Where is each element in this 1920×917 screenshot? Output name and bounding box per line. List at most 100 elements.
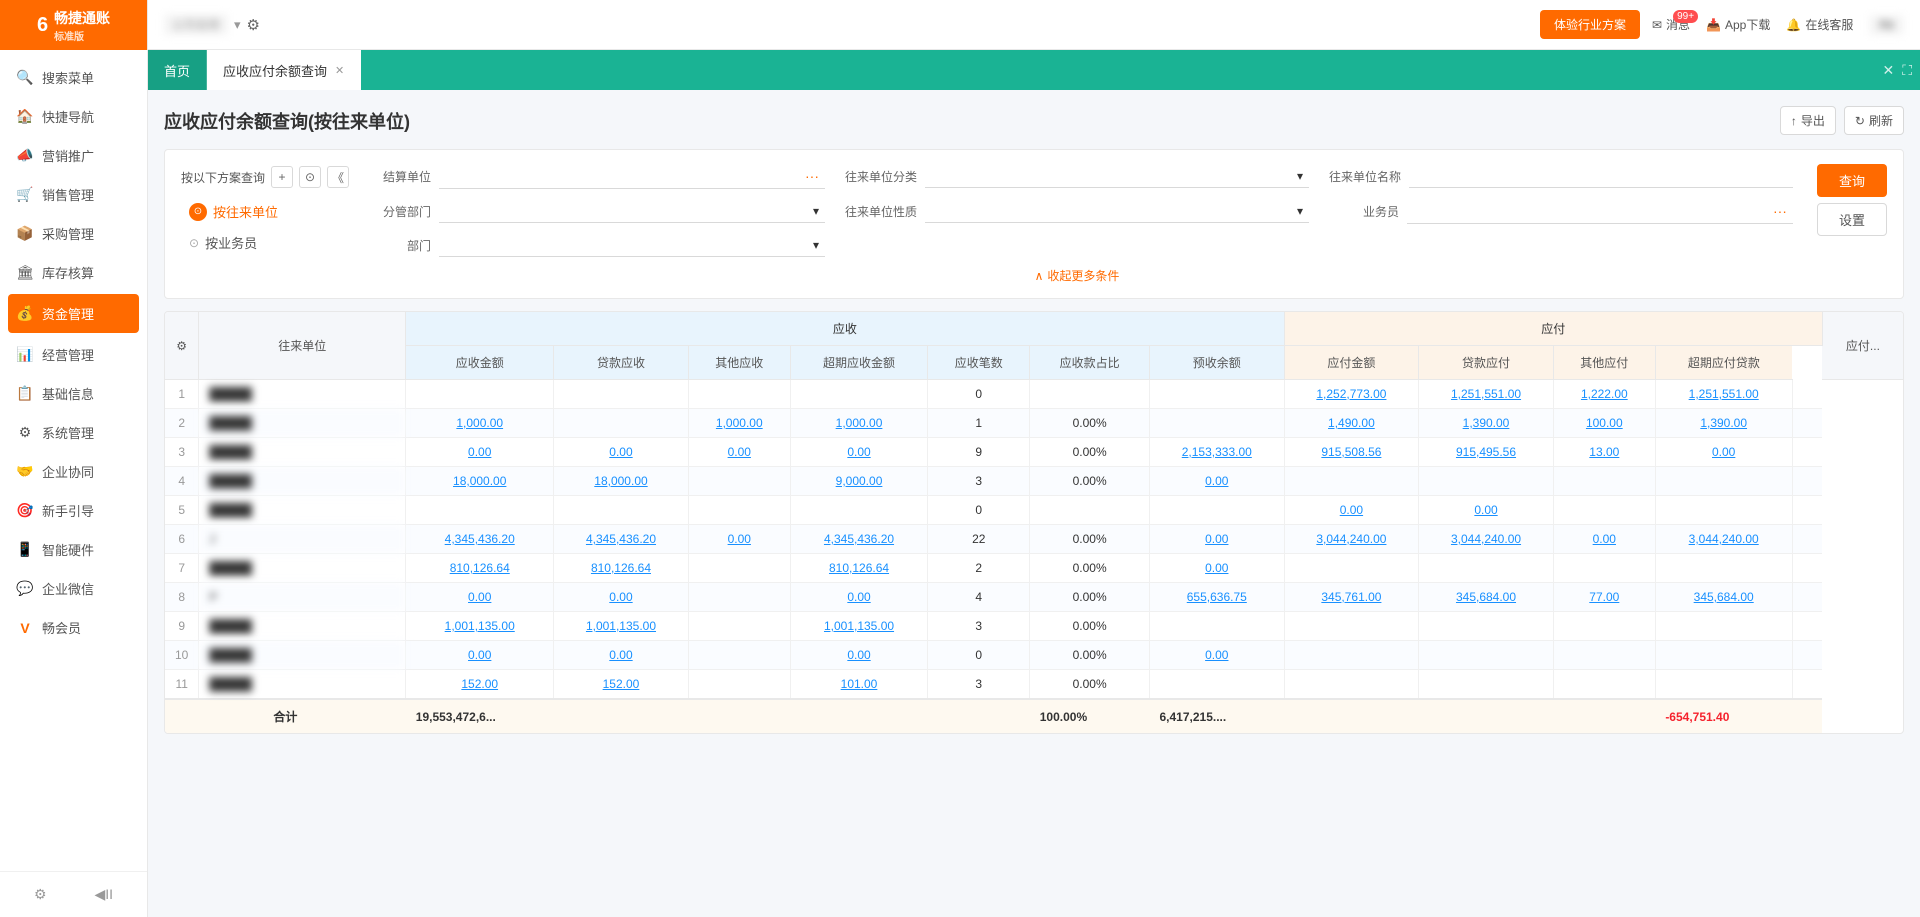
user-name[interactable]: Rit (1869, 15, 1904, 35)
page-actions: ↑ 导出 ↻ 刷新 (1780, 106, 1904, 135)
logo-icon: 6 (37, 14, 48, 37)
sidebar-item-enterprise-wx[interactable]: 💬 企业微信 (0, 569, 147, 608)
dept-label: 分管部门 (361, 203, 431, 220)
th-ar-other: 其他应收 (688, 346, 790, 380)
sidebar-item-system[interactable]: ⚙ 系统管理 (0, 413, 147, 452)
trial-btn[interactable]: 体验行业方案 (1540, 10, 1640, 39)
table-row: 5█████00.000.00 (165, 496, 1903, 525)
sidebar-item-inventory[interactable]: 🏛 库存核算 (0, 253, 147, 292)
scheme-icon-staff: ⊙ (189, 236, 199, 250)
tab-close-icon[interactable]: ✕ (335, 64, 344, 77)
page-container: 应收应付余额查询(按往来单位) ↑ 导出 ↻ 刷新 按以下方案查询 (148, 90, 1920, 750)
sidebar-item-quick-nav[interactable]: 🏠 快捷导航 (0, 97, 147, 136)
app-download-label: App下载 (1725, 16, 1770, 33)
company-dropdown-icon[interactable]: ▾ (234, 17, 241, 33)
company-name[interactable]: 公司名称 (164, 14, 228, 35)
filter-scheme-by-staff[interactable]: ⊙ 按业务员 (181, 229, 349, 256)
export-btn[interactable]: ↑ 导出 (1780, 106, 1836, 135)
refresh-label: 刷新 (1869, 112, 1893, 129)
app-edition: 标准版 (54, 28, 110, 43)
sidebar-item-basic-info[interactable]: 📋 基础信息 (0, 374, 147, 413)
th-settings[interactable]: ⚙ (165, 312, 199, 380)
app-download-btn[interactable]: 📥 App下载 (1706, 16, 1770, 33)
marketing-icon: 📣 (16, 147, 34, 164)
query-btn[interactable]: 查询 (1817, 164, 1887, 197)
page-title: 应收应付余额查询(按往来单位) (164, 108, 410, 134)
th-ap-overdue: 超期应付贷款 (1655, 346, 1792, 380)
table-settings-icon[interactable]: ⚙ (176, 339, 187, 353)
partner-nature-select[interactable]: ▾ (925, 200, 1309, 223)
th-ar-prepay: 预收余额 (1149, 346, 1284, 380)
sidebar-item-purchase[interactable]: 📦 采购管理 (0, 214, 147, 253)
footer-ar-prepay: 6,417,215.... (1149, 699, 1284, 733)
collapse-icon: ∧ (1035, 269, 1044, 283)
tab-ar-ap-query[interactable]: 应收应付余额查询 ✕ (207, 50, 361, 90)
sidebar-item-newbie[interactable]: 🎯 新手引导 (0, 491, 147, 530)
th-ap-other: 其他应付 (1553, 346, 1655, 380)
service-icon: 🔔 (1786, 18, 1801, 32)
app-logo: 6 畅捷通账 标准版 (0, 0, 147, 50)
filter-grid: 结算单位 ··· 往来单位分类 ▾ (361, 164, 1793, 257)
table-scroll-area: ⚙ 往来单位 应收 应付 应付... 应收金额 贷款应收 其他应收 超期应收金额 (165, 312, 1903, 733)
filter-add-btn[interactable]: + (271, 166, 293, 188)
online-service-btn[interactable]: 🔔 在线客服 (1786, 16, 1853, 33)
sidebar-item-marketing[interactable]: 📣 营销推广 (0, 136, 147, 175)
table-row: 8P0.000.000.0040.00%655,636.75345,761.00… (165, 583, 1903, 612)
sidebar-item-smart-hw[interactable]: 📱 智能硬件 (0, 530, 147, 569)
filter-row-settlement: 结算单位 ··· (361, 164, 825, 189)
partner-name-label: 往来单位名称 (1329, 168, 1401, 185)
purchase-icon: 📦 (16, 225, 34, 242)
dept2-select[interactable]: ▾ (439, 234, 825, 257)
sidebar-item-search-menu[interactable]: 🔍 搜索菜单 (0, 58, 147, 97)
tab-home-label: 首页 (164, 61, 190, 80)
filter-collapse-btn[interactable]: ∧ 收起更多条件 (1035, 267, 1120, 284)
filter-row-partner-cat: 往来单位分类 ▾ (845, 164, 1309, 189)
sidebar-item-operation[interactable]: 📊 经营管理 (0, 335, 147, 374)
sidebar-item-label: 基础信息 (42, 384, 94, 403)
sidebar-item-label: 新手引导 (42, 501, 94, 520)
filter-content: 按以下方案查询 + ⊙ 《 ⊙ 按往来单位 ⊙ 按业务员 (181, 164, 1887, 284)
settlement-dots-icon[interactable]: ··· (805, 168, 819, 184)
filter-collapse-label: 收起更多条件 (1047, 267, 1119, 284)
filter-collapse-scheme-btn[interactable]: 《 (327, 166, 349, 188)
sidebar-item-member[interactable]: V 畅会员 (0, 608, 147, 647)
partner-cat-select[interactable]: ▾ (925, 165, 1309, 188)
table-row: 9█████1,001,135.001,001,135.001,001,135.… (165, 612, 1903, 641)
filter-scheme-by-partner[interactable]: ⊙ 按往来单位 (181, 198, 349, 225)
sidebar-item-label: 智能硬件 (42, 540, 94, 559)
partner-name-input[interactable] (1409, 165, 1793, 188)
salesperson-dots-icon[interactable]: ··· (1773, 203, 1787, 219)
tab-home[interactable]: 首页 (148, 50, 207, 90)
salesperson-label: 业务员 (1329, 203, 1399, 220)
sidebar-item-label: 畅会员 (42, 618, 81, 637)
dept-select[interactable]: ▾ (439, 200, 825, 223)
sidebar-item-finance[interactable]: 💰 资金管理 (8, 294, 139, 333)
tab-maximize-btn[interactable]: ⛶ (1902, 62, 1912, 79)
filter-title: 按以下方案查询 (181, 169, 265, 186)
sidebar-item-label: 系统管理 (42, 423, 94, 442)
sidebar-item-sales[interactable]: 🛒 销售管理 (0, 175, 147, 214)
table-row: 6J4,345,436.204,345,436.200.004,345,436.… (165, 525, 1903, 554)
filter-left: 按以下方案查询 + ⊙ 《 ⊙ 按往来单位 ⊙ 按业务员 (181, 164, 349, 256)
table-row: 7█████810,126.64810,126.64810,126.6420.0… (165, 554, 1903, 583)
sidebar-collapse-btn[interactable]: ◀II (86, 882, 121, 907)
th-ap-amount: 应付金额 (1284, 346, 1419, 380)
page-header: 应收应付余额查询(按往来单位) ↑ 导出 ↻ 刷新 (164, 106, 1904, 135)
header-actions: ✉ 消息 99+ 📥 App下载 🔔 在线客服 Rit (1652, 15, 1904, 35)
filter-setting-btn[interactable]: 设置 (1817, 203, 1887, 236)
operation-icon: 📊 (16, 346, 34, 363)
message-btn[interactable]: ✉ 消息 99+ (1652, 16, 1690, 33)
refresh-btn[interactable]: ↻ 刷新 (1844, 106, 1904, 135)
header-gear-icon[interactable]: ⚙ (247, 16, 260, 34)
sidebar-item-label: 企业协同 (42, 462, 94, 481)
tab-close-btn[interactable]: ✕ (1882, 62, 1894, 79)
partner-cat-label: 往来单位分类 (845, 168, 917, 185)
wechat-icon: 💬 (16, 580, 34, 597)
filter-row-partner-nature: 往来单位性质 ▾ (845, 199, 1309, 224)
scheme-icon-partner: ⊙ (189, 203, 207, 221)
sidebar-item-company-coop[interactable]: 🤝 企业协同 (0, 452, 147, 491)
filter-settings-btn[interactable]: ⊙ (299, 166, 321, 188)
download-icon: 📥 (1706, 18, 1721, 32)
sidebar-settings-btn[interactable]: ⚙ (26, 882, 55, 907)
home-icon: 🏠 (16, 108, 34, 125)
